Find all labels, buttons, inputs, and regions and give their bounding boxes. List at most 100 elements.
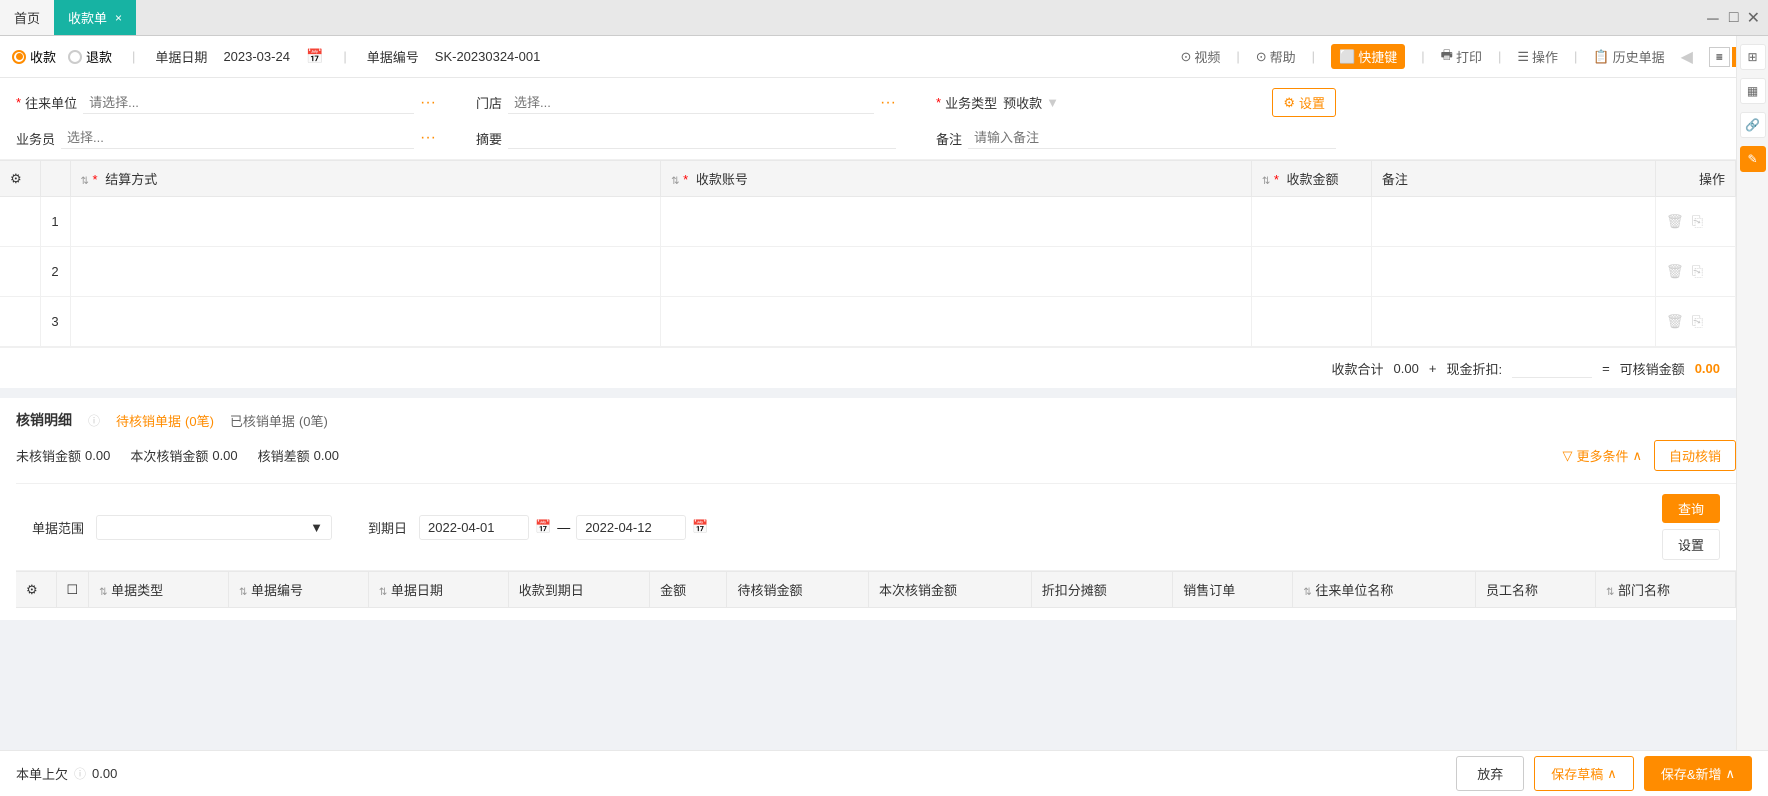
col-settlement: ⇅ * 结算方式 xyxy=(70,161,661,197)
reconcile-info-icon[interactable]: ⓘ xyxy=(88,412,100,429)
close-btn[interactable]: ✕ xyxy=(1747,8,1760,28)
table-header: ⚙ ⇅ * 结算方式 ⇅ * 收款账号 ⇅ * 收款 xyxy=(0,161,1736,197)
tab-shoukudan[interactable]: 收款单 × xyxy=(54,0,136,35)
row2-settlement[interactable] xyxy=(70,247,661,297)
remark-label: 备注 xyxy=(936,129,962,148)
row2-account[interactable] xyxy=(661,247,1252,297)
row1-remark[interactable] xyxy=(1371,197,1655,247)
row2-remark[interactable] xyxy=(1371,247,1655,297)
btcol-due: 收款到期日 xyxy=(508,572,649,608)
limit-info-icon[interactable]: ⓘ xyxy=(74,765,86,782)
shortcut-btn[interactable]: ⬜ 快捷键 xyxy=(1331,44,1405,69)
row1-account[interactable] xyxy=(661,197,1252,247)
sidebar-link-icon[interactable]: 🔗 xyxy=(1740,112,1766,138)
more-conditions-btn[interactable]: ▽ 更多条件 ∧ xyxy=(1562,446,1642,465)
main-table: ⚙ ⇅ * 结算方式 ⇅ * 收款账号 ⇅ * 收款 xyxy=(0,160,1736,347)
btcol-checkbox[interactable]: ☐ xyxy=(56,572,89,608)
btcol-current: 本次核销金额 xyxy=(868,572,1031,608)
save-draft-btn[interactable]: 保存草稿 ∧ xyxy=(1534,756,1634,791)
plus-sign: + xyxy=(1429,361,1437,376)
abandon-btn[interactable]: 放弃 xyxy=(1456,756,1524,791)
row3-remark[interactable] xyxy=(1371,297,1655,347)
sidebar-table-icon[interactable]: ⊞ xyxy=(1740,44,1766,70)
calendar-icon-to[interactable]: 📅 xyxy=(692,519,708,535)
settings-gear-icon: ⚙ xyxy=(1283,95,1295,111)
due-date-label: 到期日 xyxy=(368,518,407,537)
remark-input[interactable] xyxy=(968,127,1336,149)
pending-tab[interactable]: 待核销单据 (0笔) xyxy=(116,411,214,430)
btcol-date: ⇅ 单据日期 xyxy=(368,572,508,608)
operation-btn[interactable]: ☰ 操作 xyxy=(1517,47,1558,66)
col-settings[interactable]: ⚙ xyxy=(0,161,40,197)
row3-amount[interactable] xyxy=(1251,297,1371,347)
row1-copy-icon[interactable]: ⎘ xyxy=(1692,213,1703,230)
toolbar-right: ⊙ 视频 | ⊙ 帮助 | ⬜ 快捷键 | 🖶 打印 | ☰ 操作 | 📋 历史… xyxy=(1180,44,1756,69)
date-to-input[interactable] xyxy=(576,515,686,540)
sidebar-edit-icon[interactable]: ✎ xyxy=(1740,146,1766,172)
save-new-arrow[interactable]: ∧ xyxy=(1725,766,1735,782)
unreconciled-stat: 未核销金额 0.00 xyxy=(16,446,110,465)
discount-input[interactable] xyxy=(1512,358,1592,378)
row1-amount[interactable] xyxy=(1251,197,1371,247)
reconcile-title: 核销明细 xyxy=(16,410,72,430)
table-body: 1 🗑 ⎘ 2 xyxy=(0,197,1736,347)
calendar-icon-from[interactable]: 📅 xyxy=(535,519,551,535)
print-btn[interactable]: 🖶 打印 xyxy=(1441,46,1482,68)
btcol-store: ⇅ 部门名称 xyxy=(1596,572,1736,608)
summary-input[interactable] xyxy=(508,127,896,149)
row3-delete-icon[interactable]: 🗑 xyxy=(1666,313,1684,330)
range-select[interactable]: ▼ xyxy=(96,515,332,540)
video-btn[interactable]: ⊙ 视频 xyxy=(1180,47,1220,66)
done-tab[interactable]: 已核销单据 (0笔) xyxy=(230,411,328,430)
done-count: (0笔) xyxy=(299,411,328,430)
nav-left[interactable]: ◀ xyxy=(1677,47,1697,67)
history-btn[interactable]: 📋 历史单据 xyxy=(1593,47,1664,66)
salesperson-more-btn[interactable]: ··· xyxy=(420,129,436,147)
row3-copy-icon[interactable]: ⎘ xyxy=(1692,313,1703,330)
counterpart-input[interactable] xyxy=(83,92,414,114)
summary-label: 摘要 xyxy=(476,129,502,148)
radio-shoukuan[interactable]: 收款 xyxy=(12,47,56,66)
row3-settlement[interactable] xyxy=(70,297,661,347)
btcol-number: ⇅ 单据编号 xyxy=(229,572,369,608)
row-num-2: 2 xyxy=(40,247,70,297)
save-new-btn[interactable]: 保存&新增 ∧ xyxy=(1644,756,1752,791)
store-label: 门店 xyxy=(476,93,502,112)
tab-close-icon[interactable]: × xyxy=(115,11,122,25)
auto-reconcile-btn[interactable]: 自动核销 xyxy=(1654,440,1736,471)
radio-tuikuan[interactable]: 退款 xyxy=(68,47,112,66)
save-draft-arrow[interactable]: ∧ xyxy=(1607,766,1617,782)
date-icon[interactable]: 📅 xyxy=(306,48,323,65)
maximize-btn[interactable]: □ xyxy=(1729,9,1739,27)
help-btn[interactable]: ⊙ 帮助 xyxy=(1256,47,1296,66)
radio-tuikuan-label: 退款 xyxy=(86,47,112,66)
tab-home[interactable]: 首页 xyxy=(0,0,54,35)
counterpart-more-btn[interactable]: ··· xyxy=(420,94,436,112)
row3-account[interactable] xyxy=(661,297,1252,347)
query-btn[interactable]: 查询 xyxy=(1662,494,1720,523)
store-input[interactable] xyxy=(508,92,874,114)
store-more-btn[interactable]: ··· xyxy=(880,94,896,112)
search-actions: 查询 设置 xyxy=(1662,494,1720,560)
row2-copy-icon[interactable]: ⎘ xyxy=(1692,263,1703,280)
list-view-btn[interactable]: ≡ xyxy=(1709,47,1730,67)
stats-row: 未核销金额 0.00 本次核销金额 0.00 核销差额 0.00 ▽ 更多条件 … xyxy=(16,440,1736,471)
row2-amount[interactable] xyxy=(1251,247,1371,297)
row2-delete-icon[interactable]: 🗑 xyxy=(1666,263,1684,280)
row-num-3: 3 xyxy=(40,297,70,347)
row1-settlement[interactable] xyxy=(70,197,661,247)
settings-button[interactable]: ⚙ 设置 xyxy=(1272,88,1336,117)
date-from-input[interactable] xyxy=(419,515,529,540)
btcol-type: ⇅ 单据类型 xyxy=(89,572,229,608)
remark-field: 备注 xyxy=(936,127,1336,149)
btcol-settings[interactable]: ⚙ xyxy=(16,572,56,608)
biztype-dropdown[interactable]: ▼ xyxy=(1046,95,1059,110)
table-row: 3 🗑 ⎘ xyxy=(0,297,1736,347)
row1-delete-icon[interactable]: 🗑 xyxy=(1666,213,1684,230)
table-settings-btn[interactable]: 设置 xyxy=(1662,529,1720,560)
sidebar-list-icon[interactable]: ▦ xyxy=(1740,78,1766,104)
col-amount: ⇅ * 收款金额 xyxy=(1251,161,1371,197)
btcol-pending: 待核销金额 xyxy=(727,572,868,608)
salesperson-input[interactable] xyxy=(61,127,414,149)
minimize-btn[interactable]: － xyxy=(1705,6,1721,30)
